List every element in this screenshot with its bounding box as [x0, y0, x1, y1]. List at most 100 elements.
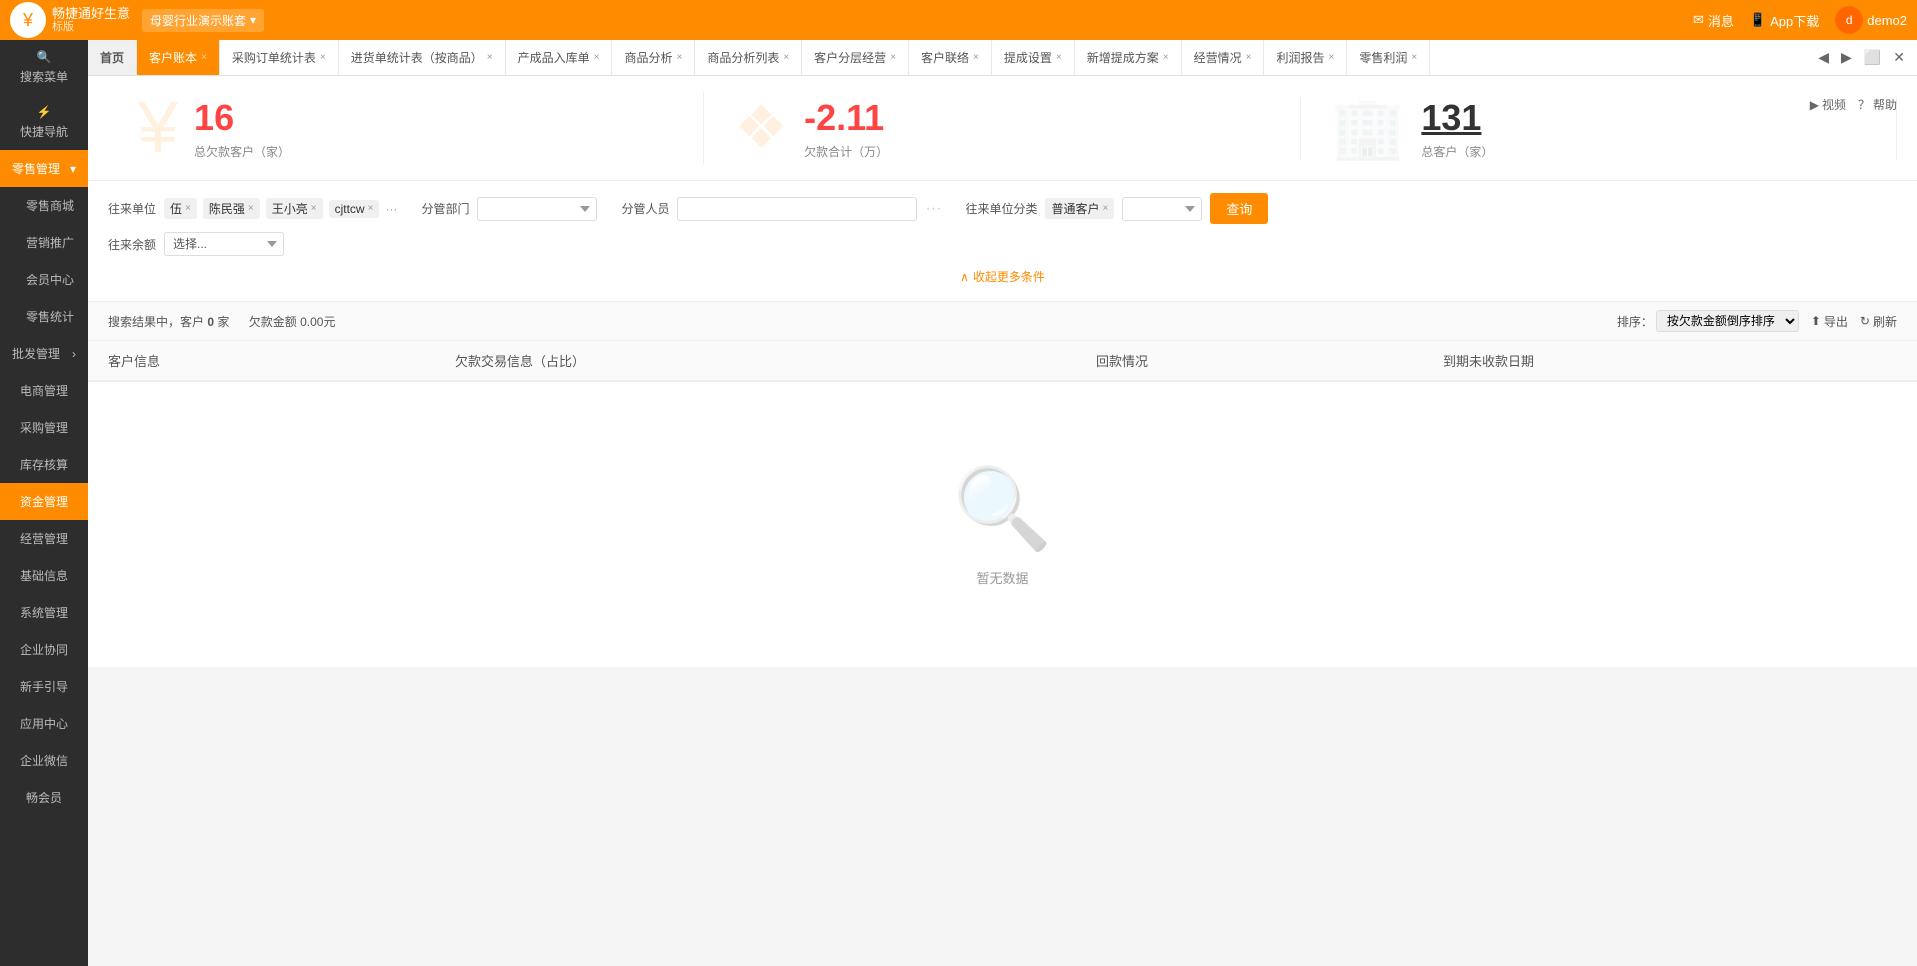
filter-section: 往来单位 伍 × 陈民强 × 王小亮: [88, 181, 1917, 302]
tab-bar-end: ◀ ▶ ⬜ ✕: [1806, 40, 1917, 75]
tab-close-business-status[interactable]: ×: [1246, 52, 1252, 63]
overdue-customers-label: 总欠款客户（家）: [194, 143, 290, 160]
tab-product-analysis[interactable]: 商品分析 ×: [612, 40, 695, 75]
sidebar-item-retail-mall[interactable]: 零售商城: [0, 187, 88, 224]
person-filter-more[interactable]: ···: [925, 200, 941, 218]
tab-customer-segmentation[interactable]: 客户分层经营 ×: [802, 40, 909, 75]
tab-close-finished-goods[interactable]: ×: [594, 52, 600, 63]
sidebar-item-marketing[interactable]: 营销推广: [0, 224, 88, 261]
sidebar-item-member[interactable]: 畅会员: [0, 779, 88, 816]
table-header-row: 客户信息 欠款交易信息（占比） 回款情况 到期未收款日期: [88, 341, 1917, 381]
stats-bar: ¥ 16 总欠款客户（家） ❖ -2.11 欠款合计（万）: [88, 76, 1917, 181]
remove-tag-wu[interactable]: ×: [185, 203, 191, 214]
sidebar-item-purchase[interactable]: 采购管理: [0, 409, 88, 446]
sidebar-item-wholesale-mgmt[interactable]: 批发管理 ›: [0, 335, 88, 372]
account-selector[interactable]: 母婴行业演示账套 ▾: [142, 9, 264, 32]
dept-filter-select[interactable]: [477, 197, 597, 221]
balance-filter-label: 往来余额: [108, 236, 156, 253]
balance-filter-select[interactable]: 选择...: [164, 232, 284, 256]
sidebar-item-inventory[interactable]: 库存核算: [0, 446, 88, 483]
tab-maximize[interactable]: ⬜: [1860, 47, 1885, 68]
chevron-up-icon: ∧: [960, 270, 969, 284]
stat-text-total-customers: 131 总客户（家）: [1421, 97, 1493, 160]
results-actions: 排序： 按欠款金额倒序排序 ⬆ 导出 ↻ 刷新: [1617, 310, 1897, 332]
stat-block-total-overdue: ❖ -2.11 欠款合计（万）: [704, 97, 1300, 160]
tab-close-customer-contact[interactable]: ×: [973, 52, 979, 63]
stat-text-total-overdue: -2.11 欠款合计（万）: [804, 97, 888, 160]
unit-category-select[interactable]: [1122, 197, 1202, 221]
sidebar-item-capital[interactable]: 资金管理: [0, 483, 88, 520]
sort-select[interactable]: 按欠款金额倒序排序: [1656, 310, 1799, 332]
tab-purchase-order-stats[interactable]: 采购订单统计表 ×: [220, 40, 339, 75]
tab-close-all[interactable]: ✕: [1889, 47, 1909, 68]
tab-business-status[interactable]: 经营情况 ×: [1182, 40, 1265, 75]
sidebar-item-new-guide[interactable]: 新手引导: [0, 668, 88, 705]
sidebar-item-system[interactable]: 系统管理: [0, 594, 88, 631]
tab-retail-profit[interactable]: 零售利润 ×: [1347, 40, 1430, 75]
sidebar-item-retail-stats[interactable]: 零售统计: [0, 298, 88, 335]
tab-close-product-analysis-list[interactable]: ×: [783, 52, 789, 63]
refresh-icon: ↻: [1860, 314, 1870, 328]
tab-customer-contact[interactable]: 客户联络 ×: [909, 40, 992, 75]
user-avatar-area[interactable]: d demo2: [1835, 6, 1907, 34]
app-download-button[interactable]: 📱 App下载: [1750, 11, 1819, 30]
tab-nav-next[interactable]: ▶: [1837, 47, 1856, 68]
total-customers-label: 总客户（家）: [1421, 143, 1493, 160]
query-button[interactable]: 查询: [1210, 193, 1268, 224]
remove-tag-cjttcw[interactable]: ×: [368, 203, 374, 214]
tab-close-retail-profit[interactable]: ×: [1411, 52, 1417, 63]
tab-close-purchase-stats[interactable]: ×: [487, 52, 493, 63]
stat-block-overdue-customers: ¥ 16 总欠款客户（家）: [108, 92, 704, 164]
tab-purchase-stats-by-product[interactable]: 进货单统计表（按商品） ×: [339, 40, 506, 75]
remove-tag-chen[interactable]: ×: [248, 203, 254, 214]
logo-icon: ¥: [10, 2, 46, 38]
remove-tag-normal[interactable]: ×: [1102, 203, 1108, 214]
tab-close-add-commission[interactable]: ×: [1163, 52, 1169, 63]
tab-product-analysis-list[interactable]: 商品分析列表 ×: [695, 40, 802, 75]
collapse-button[interactable]: ∧ 收起更多条件: [960, 268, 1045, 285]
sidebar-item-quick-nav[interactable]: ⚡ 快捷导航: [0, 95, 88, 150]
help-button[interactable]: ？ 帮助: [1858, 96, 1897, 113]
sidebar-item-app-center[interactable]: 应用中心: [0, 705, 88, 742]
tab-close-commission-settings[interactable]: ×: [1056, 52, 1062, 63]
tab-nav-prev[interactable]: ◀: [1814, 47, 1833, 68]
remove-tag-wang[interactable]: ×: [311, 203, 317, 214]
sidebar-item-retail-mgmt[interactable]: 零售管理 ▾: [0, 150, 88, 187]
video-button[interactable]: ▶ 视频: [1810, 96, 1846, 113]
tab-profit-report[interactable]: 利润报告 ×: [1264, 40, 1347, 75]
tab-finished-goods[interactable]: 产成品入库单 ×: [506, 40, 613, 75]
export-icon: ⬆: [1811, 314, 1821, 328]
tab-close-customer-ledger[interactable]: ×: [201, 52, 207, 63]
lightning-icon: ⚡: [37, 105, 52, 119]
tab-home[interactable]: 首页: [88, 40, 137, 75]
tab-close-profit-report[interactable]: ×: [1328, 52, 1334, 63]
tab-commission-settings[interactable]: 提成设置 ×: [992, 40, 1075, 75]
unit-filter-tags: 伍 × 陈民强 × 王小亮 ×: [164, 198, 397, 219]
logo-text: 畅捷通好生意 标版: [52, 6, 130, 35]
sidebar-item-ecommerce[interactable]: 电商管理: [0, 372, 88, 409]
col-customer-info: 客户信息: [88, 341, 435, 381]
unit-tag-wu: 伍 ×: [164, 198, 197, 219]
unit-tag-wang: 王小亮 ×: [266, 198, 323, 219]
sidebar-item-enterprise-wechat[interactable]: 企业微信: [0, 742, 88, 779]
tab-close-product-analysis[interactable]: ×: [676, 52, 682, 63]
content-area: 首页 客户账本 × 采购订单统计表 × 进货单统计表（按商品） × 产成品入库单…: [88, 40, 1917, 966]
person-filter-input[interactable]: [677, 197, 917, 221]
refresh-button[interactable]: ↻ 刷新: [1860, 313, 1897, 330]
collapse-row: ∧ 收起更多条件: [108, 264, 1897, 289]
messages-button[interactable]: ✉ 消息: [1693, 11, 1734, 30]
sidebar-item-operations[interactable]: 经营管理: [0, 520, 88, 557]
tab-close-purchase-order-stats[interactable]: ×: [320, 52, 326, 63]
tab-customer-ledger[interactable]: 客户账本 ×: [137, 40, 220, 75]
filter-more-tags[interactable]: ···: [385, 202, 397, 216]
sidebar-item-enterprise[interactable]: 企业协同: [0, 631, 88, 668]
sidebar-item-search[interactable]: 🔍 搜索菜单: [0, 40, 88, 95]
export-button[interactable]: ⬆ 导出: [1811, 313, 1848, 330]
results-info: 搜索结果中，客户 0 家 欠款金额 0.00元: [108, 313, 335, 330]
tab-close-customer-segmentation[interactable]: ×: [890, 52, 896, 63]
chevron-right-icon: ›: [72, 347, 76, 361]
tab-add-commission[interactable]: 新增提成方案 ×: [1075, 40, 1182, 75]
total-customers-number: 131: [1421, 97, 1493, 139]
sidebar-item-member-center[interactable]: 会员中心: [0, 261, 88, 298]
sidebar-item-basic-info[interactable]: 基础信息: [0, 557, 88, 594]
